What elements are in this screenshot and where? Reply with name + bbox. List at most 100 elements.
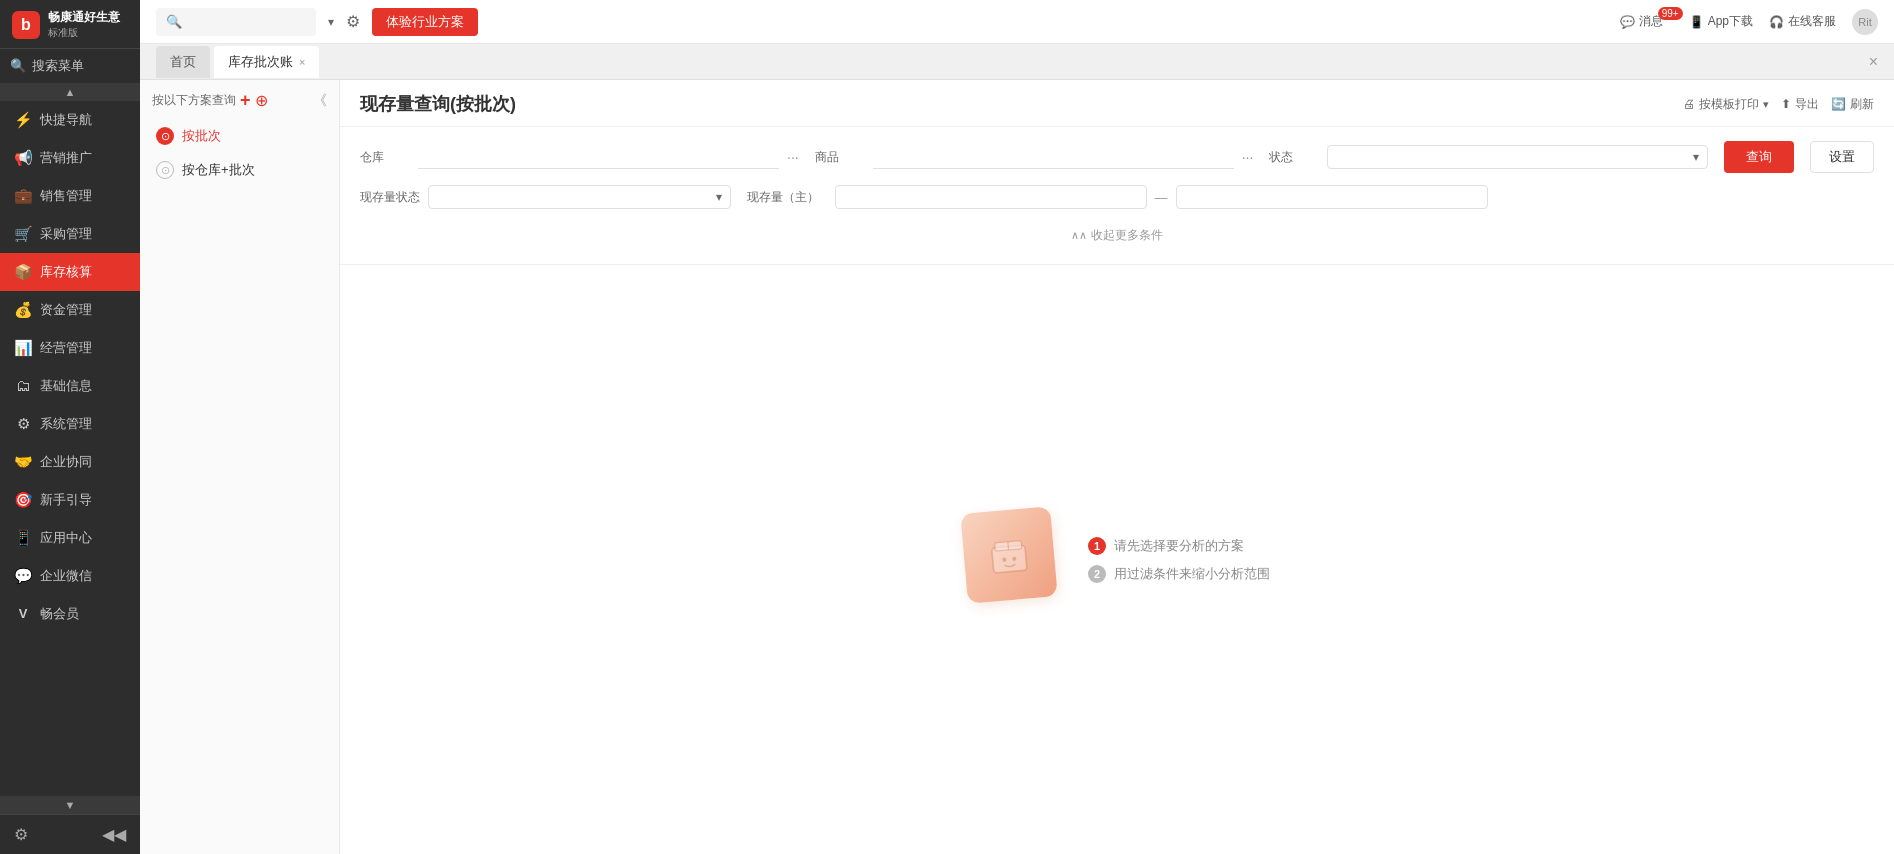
page-header: 现存量查询(按批次) 🖨 按模板打印 ▾ ⬆ 导出 🔄 刷新 [340, 80, 1894, 127]
tab-batch-account[interactable]: 库存批次账 × [214, 46, 319, 78]
product-input[interactable] [873, 146, 1234, 169]
sidebar-item-member[interactable]: V 畅会员 [0, 595, 140, 633]
search-menu-item[interactable]: 🔍 搜索菜单 [0, 49, 140, 83]
sidebar-item-purchase[interactable]: 🛒 采购管理 [0, 215, 140, 253]
settings-button[interactable]: 设置 [1810, 141, 1874, 173]
sidebar-item-finance[interactable]: 💰 资金管理 [0, 291, 140, 329]
sidebar-item-sales[interactable]: 💼 销售管理 [0, 177, 140, 215]
corp-icon: 🤝 [14, 453, 32, 471]
empty-state: 1 请先选择要分析的方案 2 用过滤条件来缩小分析范围 [340, 265, 1894, 854]
tab-close-icon[interactable]: × [299, 56, 305, 68]
plan-batch-icon: ⊙ [156, 127, 174, 145]
settings-icon[interactable]: ⚙ [14, 825, 28, 844]
trial-button[interactable]: 体验行业方案 [372, 8, 478, 36]
app-download-label: App下载 [1708, 13, 1753, 30]
company-name: 畅康通好生意 [48, 10, 120, 26]
sales-icon: 💼 [14, 187, 32, 205]
sidebar-item-marketing[interactable]: 📢 营销推广 [0, 139, 140, 177]
tip-item-2: 2 用过滤条件来缩小分析范围 [1088, 565, 1270, 583]
search-menu-label: 搜索菜单 [32, 57, 84, 75]
qty-max-input[interactable] [1176, 185, 1488, 209]
purchase-icon: 🛒 [14, 225, 32, 243]
inventory-icon: 📦 [14, 263, 32, 281]
refresh-icon: 🔄 [1831, 97, 1846, 111]
refresh-button[interactable]: 🔄 刷新 [1831, 96, 1874, 113]
sidebar-item-label: 库存核算 [40, 263, 92, 281]
collapse-panel-icon[interactable]: 《 [313, 92, 327, 110]
sidebar-item-label: 资金管理 [40, 301, 92, 319]
app-download-button[interactable]: 📱 App下载 [1689, 13, 1753, 30]
print-dropdown-icon[interactable]: ▾ [1763, 98, 1769, 111]
sidebar-item-inventory[interactable]: 📦 库存核算 [0, 253, 140, 291]
sidebar-item-wechat[interactable]: 💬 企业微信 [0, 557, 140, 595]
empty-state-icon [964, 510, 1064, 610]
sidebar-nav: ⚡ 快捷导航 📢 营销推广 💼 销售管理 🛒 采购管理 📦 库存核算 💰 资金管… [0, 101, 140, 796]
add-plan-icon[interactable]: + [240, 90, 251, 111]
sidebar-item-corp[interactable]: 🤝 企业协同 [0, 443, 140, 481]
product-label: 商品 [815, 149, 865, 166]
tip-item-1: 1 请先选择要分析的方案 [1088, 537, 1270, 555]
sidebar-item-operation[interactable]: 📊 经营管理 [0, 329, 140, 367]
sidebar-item-label: 系统管理 [40, 415, 92, 433]
sidebar-item-label: 新手引导 [40, 491, 92, 509]
scroll-up-button[interactable]: ▲ [0, 83, 140, 101]
export-button[interactable]: ⬆ 导出 [1781, 96, 1819, 113]
plan-settings-icon[interactable]: ⊕ [255, 91, 268, 110]
warehouse-expand-icon[interactable]: ··· [787, 149, 799, 165]
topbar-gear-icon[interactable]: ⚙ [346, 12, 360, 31]
sidebar-item-quick-nav[interactable]: ⚡ 快捷导航 [0, 101, 140, 139]
product-filter: 商品 ··· [815, 146, 1254, 169]
edition-label: 标准版 [48, 26, 120, 40]
sidebar-item-label: 营销推广 [40, 149, 92, 167]
finance-icon: 💰 [14, 301, 32, 319]
tab-home[interactable]: 首页 [156, 46, 210, 78]
product-expand-icon[interactable]: ··· [1242, 149, 1254, 165]
sidebar-item-label: 快捷导航 [40, 111, 92, 129]
online-service-button[interactable]: 🎧 在线客服 [1769, 13, 1836, 30]
plan-warehouse-batch-label: 按仓库+批次 [182, 161, 255, 179]
panel-close-button[interactable]: × [1869, 53, 1878, 71]
message-icon: 💬 [1620, 15, 1635, 29]
tip-2-number: 2 [1088, 565, 1106, 583]
message-button[interactable]: 💬 消息 99+ [1620, 13, 1673, 30]
print-button[interactable]: 🖨 按模板打印 ▾ [1683, 96, 1769, 113]
quick-nav-icon: ⚡ [14, 111, 32, 129]
tab-home-label: 首页 [170, 53, 196, 71]
sidebar-item-system[interactable]: ⚙ 系统管理 [0, 405, 140, 443]
topbar-dropdown-icon[interactable]: ▾ [328, 15, 334, 29]
inventory-status-filter: 现存量状态 ▾ [360, 185, 731, 209]
sidebar-item-label: 采购管理 [40, 225, 92, 243]
plan-batch-label: 按批次 [182, 127, 221, 145]
inventory-qty-label: 现存量（主） [747, 189, 827, 206]
scroll-down-button[interactable]: ▼ [0, 796, 140, 814]
qty-min-input[interactable] [835, 185, 1147, 209]
sidebar-item-newbie[interactable]: 🎯 新手引导 [0, 481, 140, 519]
page-title: 现存量查询(按批次) [360, 92, 516, 116]
query-button[interactable]: 查询 [1724, 141, 1794, 173]
topbar-search-box[interactable]: 🔍 [156, 8, 316, 36]
sidebar-item-label: 畅会员 [40, 605, 79, 623]
plan-item-warehouse-batch[interactable]: ⊙ 按仓库+批次 [140, 153, 339, 187]
plan-item-batch[interactable]: ⊙ 按批次 [140, 119, 339, 153]
wechat-icon: 💬 [14, 567, 32, 585]
right-content: 现存量查询(按批次) 🖨 按模板打印 ▾ ⬆ 导出 🔄 刷新 [340, 80, 1894, 854]
sidebar-item-label: 经营管理 [40, 339, 92, 357]
sidebar-item-basic[interactable]: 🗂 基础信息 [0, 367, 140, 405]
app-download-icon: 📱 [1689, 15, 1704, 29]
sidebar-item-label: 企业微信 [40, 567, 92, 585]
app-logo: b [12, 11, 40, 39]
inventory-status-select[interactable]: ▾ [428, 185, 731, 209]
collapse-more-button[interactable]: ∧∧ 收起更多条件 [360, 221, 1874, 250]
left-panel-header: 按以下方案查询 + ⊕ 《 [140, 90, 339, 119]
system-icon: ⚙ [14, 415, 32, 433]
status-dropdown-icon: ▾ [1693, 150, 1699, 164]
status-select[interactable]: ▾ [1327, 145, 1708, 169]
plan-warehouse-batch-icon: ⊙ [156, 161, 174, 179]
user-avatar-area[interactable]: Rit [1852, 9, 1878, 35]
warehouse-input[interactable] [418, 146, 779, 169]
left-panel: 按以下方案查询 + ⊕ 《 ⊙ 按批次 ⊙ 按仓库+批次 [140, 80, 340, 854]
apps-icon: 📱 [14, 529, 32, 547]
collapse-sidebar-icon[interactable]: ◀◀ [102, 825, 126, 844]
sidebar-item-apps[interactable]: 📱 应用中心 [0, 519, 140, 557]
topbar-search-input[interactable] [188, 15, 288, 29]
